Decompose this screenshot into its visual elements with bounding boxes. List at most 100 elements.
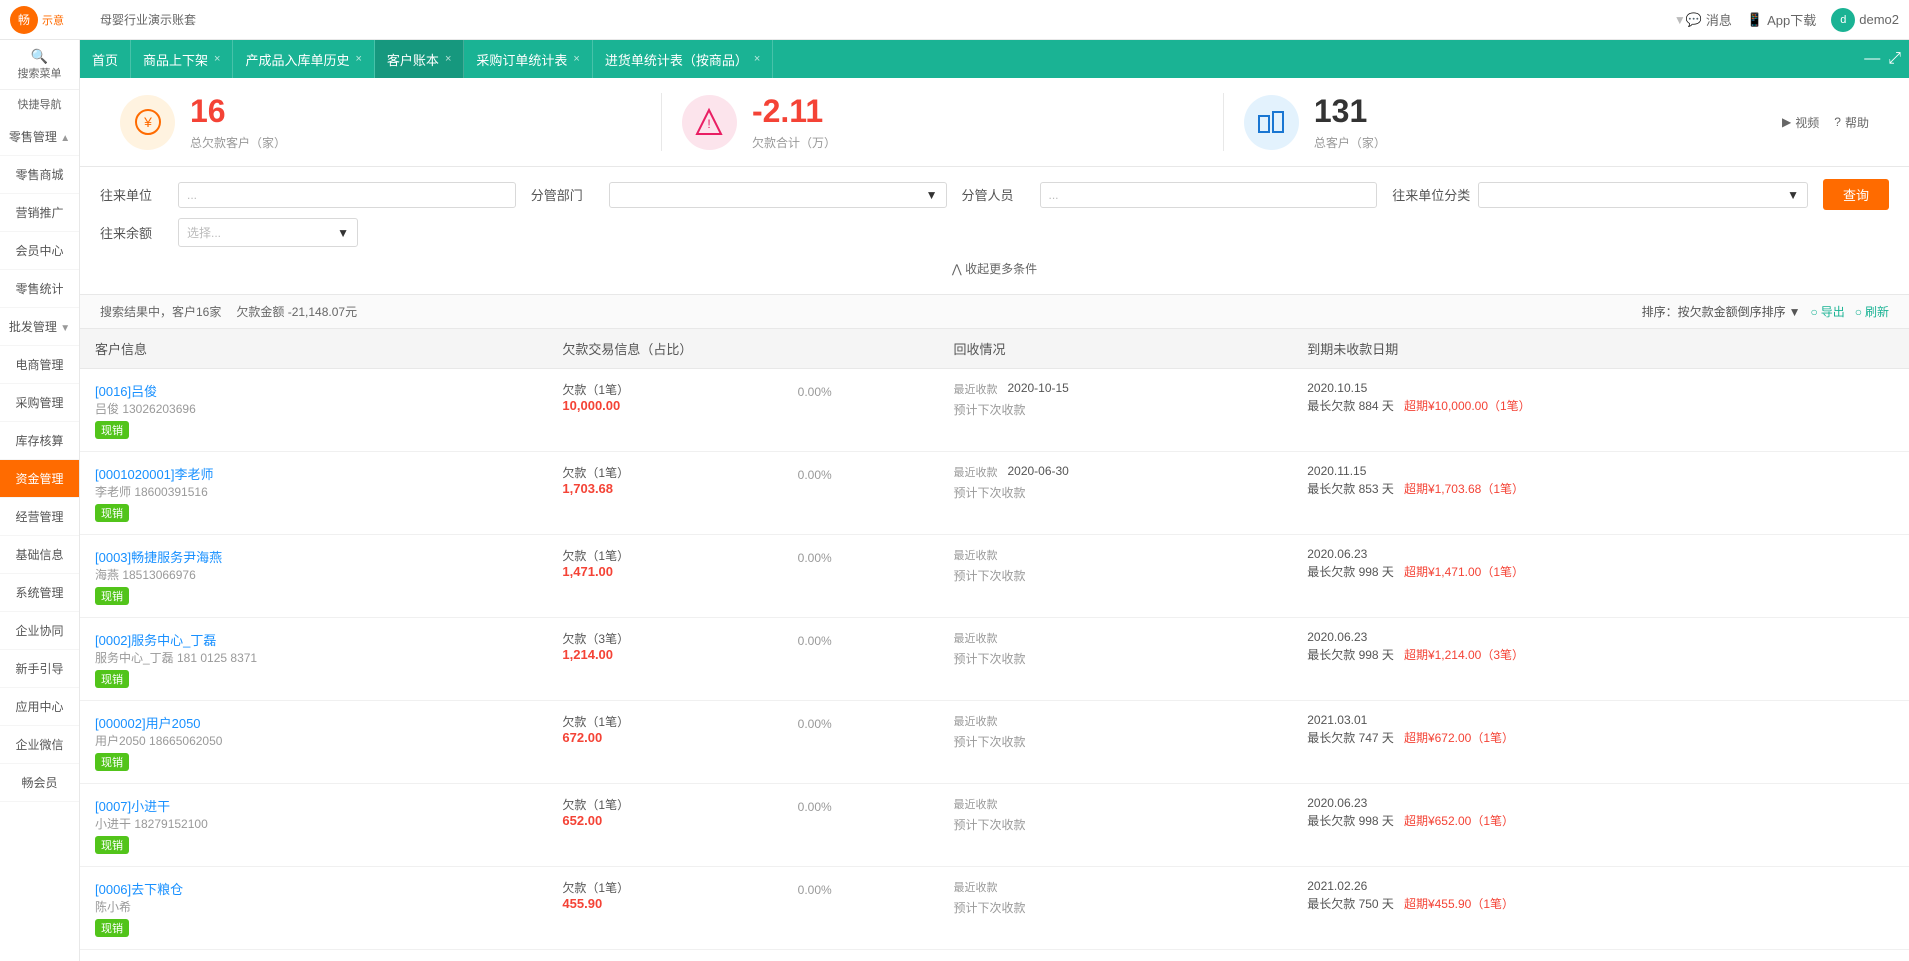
overdue-link-4[interactable]: 超期¥672.00（1笔）	[1404, 731, 1514, 745]
filter-balance: 往来余额 选择... ▼	[100, 218, 1889, 247]
table-row: [0016]吕俊 吕俊 13026203696 现销 欠款（1笔） 10,000…	[80, 369, 1909, 452]
unit-type-select[interactable]: ▼	[1478, 182, 1808, 208]
customer-name-4[interactable]: [000002]用户2050	[95, 713, 532, 732]
overdue-amount-3[interactable]: 1,214.00	[562, 647, 767, 662]
tab-home[interactable]: 首页	[80, 40, 131, 78]
sidebar-item-purchase[interactable]: 采购管理	[0, 384, 79, 422]
overdue-link-3[interactable]: 超期¥1,214.00（3笔）	[1404, 648, 1524, 662]
max-overdue-days-5: 最长欠款 998 天	[1307, 814, 1394, 828]
help-btn[interactable]: ? 帮助	[1834, 114, 1869, 131]
overdue-amount-2[interactable]: 1,471.00	[562, 564, 767, 579]
from-unit-input[interactable]: ...	[178, 182, 516, 208]
pct-6: 0.00%	[798, 883, 924, 897]
customer-name-1[interactable]: [0001020001]李老师	[95, 464, 532, 483]
message-btn[interactable]: 💬 消息	[1686, 10, 1732, 29]
overdue-link-5[interactable]: 超期¥652.00（1笔）	[1404, 814, 1514, 828]
video-btn[interactable]: ▶ 视频	[1782, 114, 1819, 131]
user-avatar[interactable]: d demo2	[1831, 8, 1899, 32]
tab-purchase-order[interactable]: 采购订单统计表 ×	[464, 40, 592, 78]
tab-close-purchase-stats[interactable]: ×	[754, 53, 760, 65]
export-btn[interactable]: ○ 导出	[1810, 303, 1844, 320]
customer-phone-0: 吕俊 13026203696	[95, 400, 532, 417]
sidebar-item-app-center[interactable]: 应用中心	[0, 688, 79, 726]
tab-purchase-stats[interactable]: 进货单统计表（按商品） ×	[593, 40, 773, 78]
tab-bar: 首页 商品上下架 × 产成品入库单历史 × 客户账本 × 采购订单统计表 × 进…	[80, 40, 1909, 78]
next-collect-1: 预计下次收款	[953, 484, 1277, 501]
customer-name-2[interactable]: [0003]畅捷服务尹海燕	[95, 547, 532, 566]
recent-label-0: 最近收款	[953, 381, 997, 397]
expand-icon[interactable]: ▼	[1674, 13, 1686, 27]
customer-phone-6: 陈小希	[95, 898, 532, 915]
tab-close-purchase-order[interactable]: ×	[573, 53, 579, 65]
results-bar: 搜索结果中，客户16家 欠款金额 -21,148.07元 排序：按欠款金额倒序排…	[80, 295, 1909, 329]
overdue-link-6[interactable]: 超期¥455.90（1笔）	[1404, 897, 1514, 911]
tab-close-product-history[interactable]: ×	[355, 53, 361, 65]
sidebar-quick-nav[interactable]: 快捷导航	[0, 90, 79, 118]
sidebar-item-enterprise[interactable]: 企业协同	[0, 612, 79, 650]
overdue-amount-label: 欠款合计（万）	[752, 134, 836, 151]
tab-minimize-btn[interactable]: —	[1864, 50, 1880, 68]
overdue-amount-5[interactable]: 652.00	[562, 813, 767, 828]
overdue-amount-0[interactable]: 10,000.00	[562, 398, 767, 413]
app-download-btn[interactable]: 📱 App下载	[1747, 10, 1816, 29]
sidebar-item-marketing[interactable]: 营销推广	[0, 194, 79, 232]
sidebar-item-basic[interactable]: 基础信息	[0, 536, 79, 574]
sidebar-item-retail-mall[interactable]: 零售商城	[0, 156, 79, 194]
cell-overdue-type-5: 欠款（1笔） 652.00	[547, 784, 782, 867]
sidebar-item-member-plus[interactable]: 畅会员	[0, 764, 79, 802]
tab-customer-account[interactable]: 客户账本 ×	[375, 40, 464, 78]
search-btn[interactable]: 查询	[1823, 179, 1889, 210]
collapse-bar[interactable]: ⋀ 收起更多条件	[100, 255, 1889, 282]
customer-tag-4: 现销	[95, 753, 129, 771]
balance-select[interactable]: 选择... ▼	[178, 218, 358, 247]
sidebar-item-guide[interactable]: 新手引导	[0, 650, 79, 688]
dept-select[interactable]: ▼	[609, 182, 947, 208]
overdue-amount-1[interactable]: 1,703.68	[562, 481, 767, 496]
brand-name: 示意	[42, 12, 64, 28]
dept-label: 分管部门	[531, 185, 601, 204]
overdue-link-2[interactable]: 超期¥1,471.00（1笔）	[1404, 565, 1524, 579]
tab-close-product-shelf[interactable]: ×	[214, 53, 220, 65]
recent-label-5: 最近收款	[953, 796, 997, 812]
sidebar-item-batch-mgmt[interactable]: 批发管理 ▼	[0, 308, 79, 346]
help-icon: ?	[1834, 115, 1841, 129]
customer-name-6[interactable]: [0006]去下粮仓	[95, 879, 532, 898]
person-label: 分管人员	[962, 185, 1032, 204]
unit-type-chevron-icon: ▼	[1787, 188, 1799, 202]
customer-name-0[interactable]: [0016]吕俊	[95, 381, 532, 400]
sidebar-item-inventory[interactable]: 库存核算	[0, 422, 79, 460]
sidebar-search[interactable]: 🔍 搜索菜单	[0, 40, 79, 90]
tab-product-history[interactable]: 产成品入库单历史 ×	[233, 40, 374, 78]
sidebar-item-retail-stats[interactable]: 零售统计	[0, 270, 79, 308]
overdue-amount-4[interactable]: 672.00	[562, 730, 767, 745]
sidebar-item-member[interactable]: 会员中心	[0, 232, 79, 270]
customer-name-5[interactable]: [0007]小进干	[95, 796, 532, 815]
sidebar-item-ops[interactable]: 经营管理	[0, 498, 79, 536]
tab-close-customer-account[interactable]: ×	[445, 53, 451, 65]
cell-customer-info-3: [0002]服务中心_丁磊 服务中心_丁磊 181 0125 8371 现销	[80, 618, 547, 701]
overdue-customers-icon: ¥	[120, 95, 175, 150]
tab-product-shelf[interactable]: 商品上下架 ×	[131, 40, 233, 78]
sidebar-item-ecom[interactable]: 电商管理	[0, 346, 79, 384]
customer-name-3[interactable]: [0002]服务中心_丁磊	[95, 630, 532, 649]
overdue-link-1[interactable]: 超期¥1,703.68（1笔）	[1404, 482, 1524, 496]
cell-overdue-type-3: 欠款（3笔） 1,214.00	[547, 618, 782, 701]
tab-maximize-btn[interactable]: ⤢	[1888, 50, 1901, 68]
due-date-0: 2020.10.15	[1307, 381, 1894, 395]
sidebar-item-capital[interactable]: 资金管理	[0, 460, 79, 498]
max-overdue-days-1: 最长欠款 853 天	[1307, 482, 1394, 496]
sidebar-item-wechat[interactable]: 企业微信	[0, 726, 79, 764]
person-input[interactable]: ...	[1040, 182, 1378, 208]
sort-btn[interactable]: 排序：按欠款金额倒序排序 ▼	[1642, 303, 1801, 320]
overdue-type-4: 欠款（1笔）	[562, 713, 767, 730]
recent-label-3: 最近收款	[953, 630, 997, 646]
overdue-amount-6[interactable]: 455.90	[562, 896, 767, 911]
sidebar-item-system[interactable]: 系统管理	[0, 574, 79, 612]
overdue-link-0[interactable]: 超期¥10,000.00（1笔）	[1404, 399, 1531, 413]
stats-panel: ¥ 16 总欠款客户（家） !	[80, 78, 1909, 167]
recent-label-1: 最近收款	[953, 464, 997, 480]
cell-recovery-7: 最近收款 预计下次收款	[938, 950, 1292, 961]
refresh-btn[interactable]: ○ 刷新	[1855, 303, 1889, 320]
sidebar-item-retail-mgmt[interactable]: 零售管理 ▲	[0, 118, 79, 156]
company-selector[interactable]: 母婴行业演示账套	[100, 11, 1674, 28]
